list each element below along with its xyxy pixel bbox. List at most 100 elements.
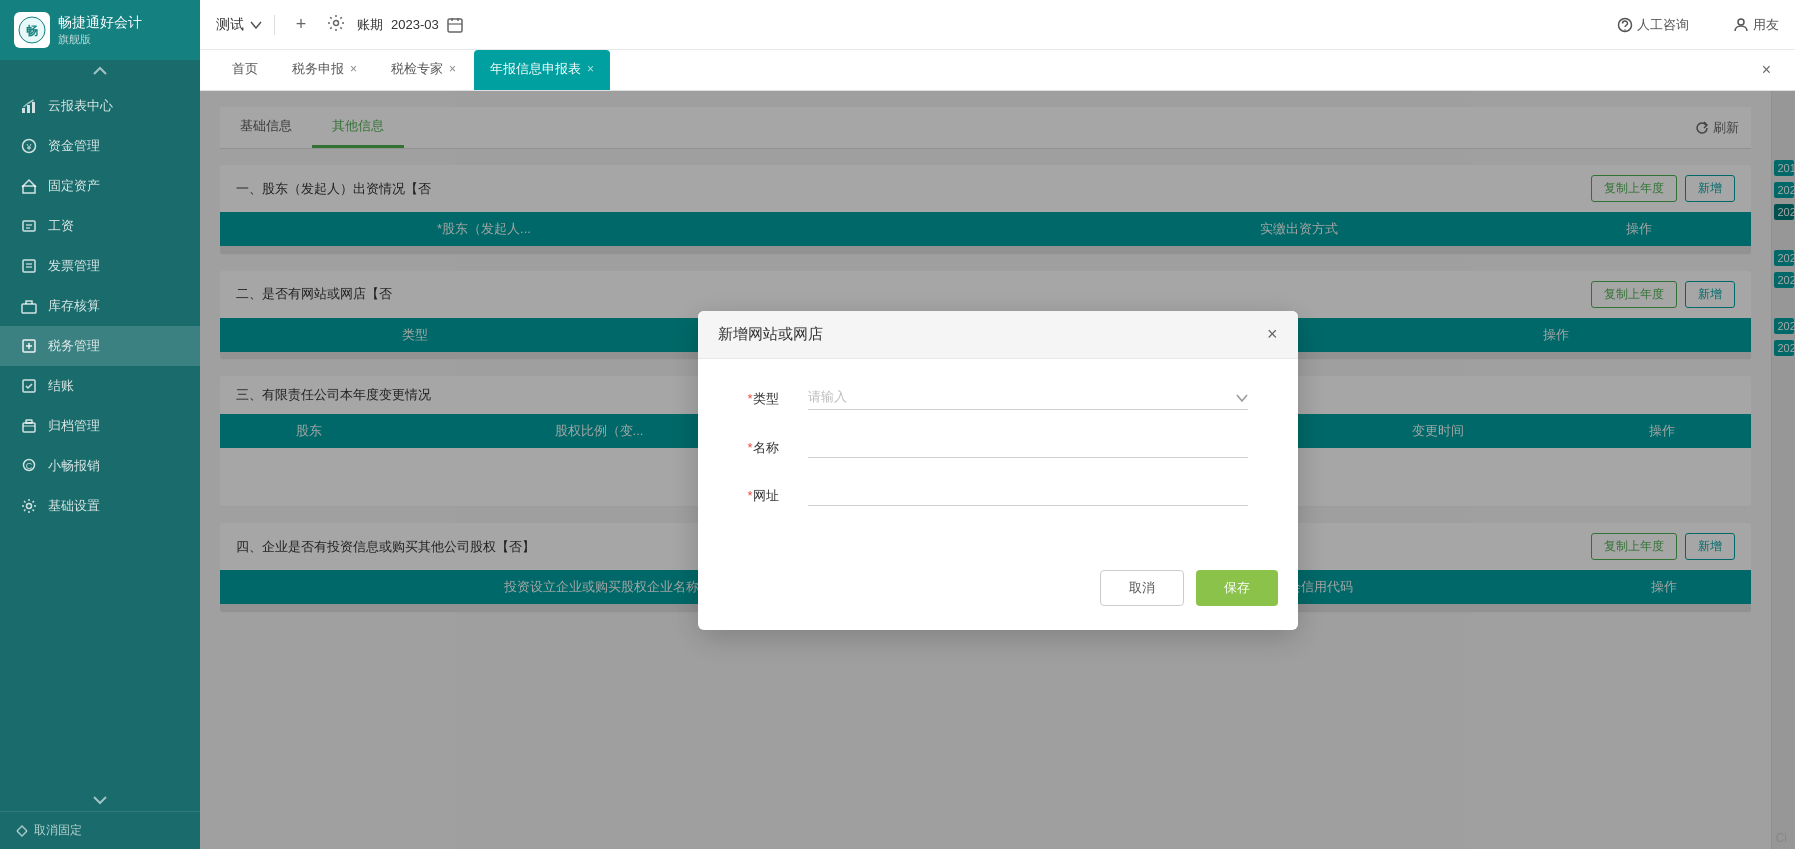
user-button[interactable]: 用友	[1733, 16, 1779, 34]
archive-icon	[20, 417, 38, 435]
support-button[interactable]: 人工咨询	[1617, 16, 1689, 34]
svg-rect-21	[26, 420, 32, 423]
payroll-icon	[20, 217, 38, 235]
tab-tax-expert[interactable]: 税检专家 ×	[375, 50, 472, 90]
settings-icon	[20, 497, 38, 515]
form-field-type: *类型	[748, 389, 1248, 410]
accounting-icon	[20, 377, 38, 395]
app-logo: 畅	[14, 12, 50, 48]
save-button[interactable]: 保存	[1196, 570, 1278, 606]
content-area: 基础信息 其他信息 刷新 一、股东（发起人）出资情况【否 复	[200, 91, 1795, 849]
url-input[interactable]	[808, 486, 1248, 501]
sidebar-header: 畅 畅捷通好会计 旗舰版	[0, 0, 200, 60]
dialog-overlay: 新增网站或网店 × *类型	[200, 91, 1795, 849]
topbar-divider	[274, 15, 275, 35]
tab-tax-report-close[interactable]: ×	[350, 62, 357, 76]
settings-button[interactable]	[327, 14, 345, 36]
name-input-wrap	[808, 438, 1248, 458]
company-name: 测试	[216, 16, 244, 34]
name-input[interactable]	[808, 438, 1248, 453]
cloud-report-icon	[20, 97, 38, 115]
svg-point-24	[27, 504, 32, 509]
svg-rect-4	[32, 102, 35, 113]
add-website-dialog: 新增网站或网店 × *类型	[698, 311, 1298, 630]
sidebar-item-cloud-report[interactable]: 云报表中心	[0, 86, 200, 126]
tab-annual-report[interactable]: 年报信息申报表 ×	[474, 50, 610, 90]
sidebar-item-label: 发票管理	[48, 257, 100, 275]
sidebar-item-tax[interactable]: 税务管理	[0, 326, 200, 366]
add-button[interactable]: +	[287, 11, 315, 39]
sidebar-scroll-up[interactable]	[0, 60, 200, 82]
sidebar-item-label: 固定资产	[48, 177, 100, 195]
required-star-name: *	[748, 440, 753, 455]
form-field-url: *网址	[748, 486, 1248, 506]
sidebar-item-settings[interactable]: 基础设置	[0, 486, 200, 526]
svg-rect-26	[448, 19, 462, 32]
tab-tax-expert-label: 税检专家	[391, 60, 443, 78]
svg-rect-2	[22, 108, 25, 113]
sidebar-item-payroll[interactable]: 工资	[0, 206, 200, 246]
sidebar-item-archive[interactable]: 归档管理	[0, 406, 200, 446]
svg-text:C: C	[26, 460, 33, 470]
sidebar-item-fixed-assets[interactable]: 固定资产	[0, 166, 200, 206]
main-close-button[interactable]: ×	[1754, 53, 1779, 87]
dialog-close-button[interactable]: ×	[1267, 325, 1278, 343]
sidebar-item-label: 云报表中心	[48, 97, 113, 115]
svg-point-32	[1738, 19, 1744, 25]
period-value: 2023-03	[391, 17, 439, 32]
sidebar-item-fund[interactable]: ¥ 资金管理	[0, 126, 200, 166]
url-label: *网址	[748, 487, 808, 505]
dropdown-arrow-type[interactable]	[1236, 389, 1248, 405]
svg-rect-3	[27, 105, 30, 113]
required-star-url: *	[748, 488, 753, 503]
period-label: 账期	[357, 16, 383, 34]
tab-tax-report[interactable]: 税务申报 ×	[276, 50, 373, 90]
dialog-footer: 取消 保存	[698, 554, 1298, 630]
tab-annual-report-label: 年报信息申报表	[490, 60, 581, 78]
sidebar-item-invoice[interactable]: 发票管理	[0, 246, 200, 286]
dialog-title: 新增网站或网店	[718, 325, 823, 344]
sidebar-item-accounting[interactable]: 结账	[0, 366, 200, 406]
cancel-fixed-btn[interactable]: 取消固定	[0, 811, 200, 849]
tab-home-label: 首页	[232, 60, 258, 78]
sidebar-item-inventory[interactable]: 库存核算	[0, 286, 200, 326]
dialog-body: *类型 *名称	[698, 359, 1298, 554]
fixed-assets-icon	[20, 177, 38, 195]
sidebar-item-label: 资金管理	[48, 137, 100, 155]
svg-rect-7	[23, 186, 35, 193]
svg-point-25	[334, 20, 339, 25]
type-input[interactable]	[808, 389, 1236, 404]
period-display: 账期 2023-03	[357, 16, 463, 34]
sidebar-item-label: 工资	[48, 217, 74, 235]
app-subtitle: 旗舰版	[58, 32, 142, 47]
sidebar-item-label: 小畅报销	[48, 457, 100, 475]
sidebar-item-label: 基础设置	[48, 497, 100, 515]
sidebar-item-label: 税务管理	[48, 337, 100, 355]
topbar: 测试 + 账期 2023-03 人工咨询 用友	[200, 0, 1795, 50]
dialog-header: 新增网站或网店 ×	[698, 311, 1298, 359]
fund-icon: ¥	[20, 137, 38, 155]
tabs-bar: 首页 税务申报 × 税检专家 × 年报信息申报表 × ×	[200, 50, 1795, 91]
svg-point-31	[1624, 29, 1626, 31]
name-label: *名称	[748, 439, 808, 457]
app-title: 畅捷通好会计	[58, 13, 142, 31]
tab-tax-report-label: 税务申报	[292, 60, 344, 78]
sidebar-scroll-down[interactable]	[0, 789, 200, 811]
svg-text:畅: 畅	[26, 24, 38, 38]
svg-rect-11	[23, 260, 35, 272]
company-selector[interactable]: 测试	[216, 16, 262, 34]
tab-tax-expert-close[interactable]: ×	[449, 62, 456, 76]
tab-home[interactable]: 首页	[216, 50, 274, 90]
cancel-button[interactable]: 取消	[1100, 570, 1184, 606]
svg-rect-19	[23, 423, 35, 432]
user-label: 用友	[1753, 16, 1779, 34]
tab-annual-report-close[interactable]: ×	[587, 62, 594, 76]
invoice-icon	[20, 257, 38, 275]
required-star-type: *	[748, 391, 753, 406]
sidebar-item-xiaochang[interactable]: C 小畅报销	[0, 446, 200, 486]
sidebar-nav: 云报表中心 ¥ 资金管理 固定资产 工资	[0, 82, 200, 789]
sidebar-item-label: 库存核算	[48, 297, 100, 315]
main-area: 测试 + 账期 2023-03 人工咨询 用友	[200, 0, 1795, 849]
form-field-name: *名称	[748, 438, 1248, 458]
xiaochang-icon: C	[20, 457, 38, 475]
